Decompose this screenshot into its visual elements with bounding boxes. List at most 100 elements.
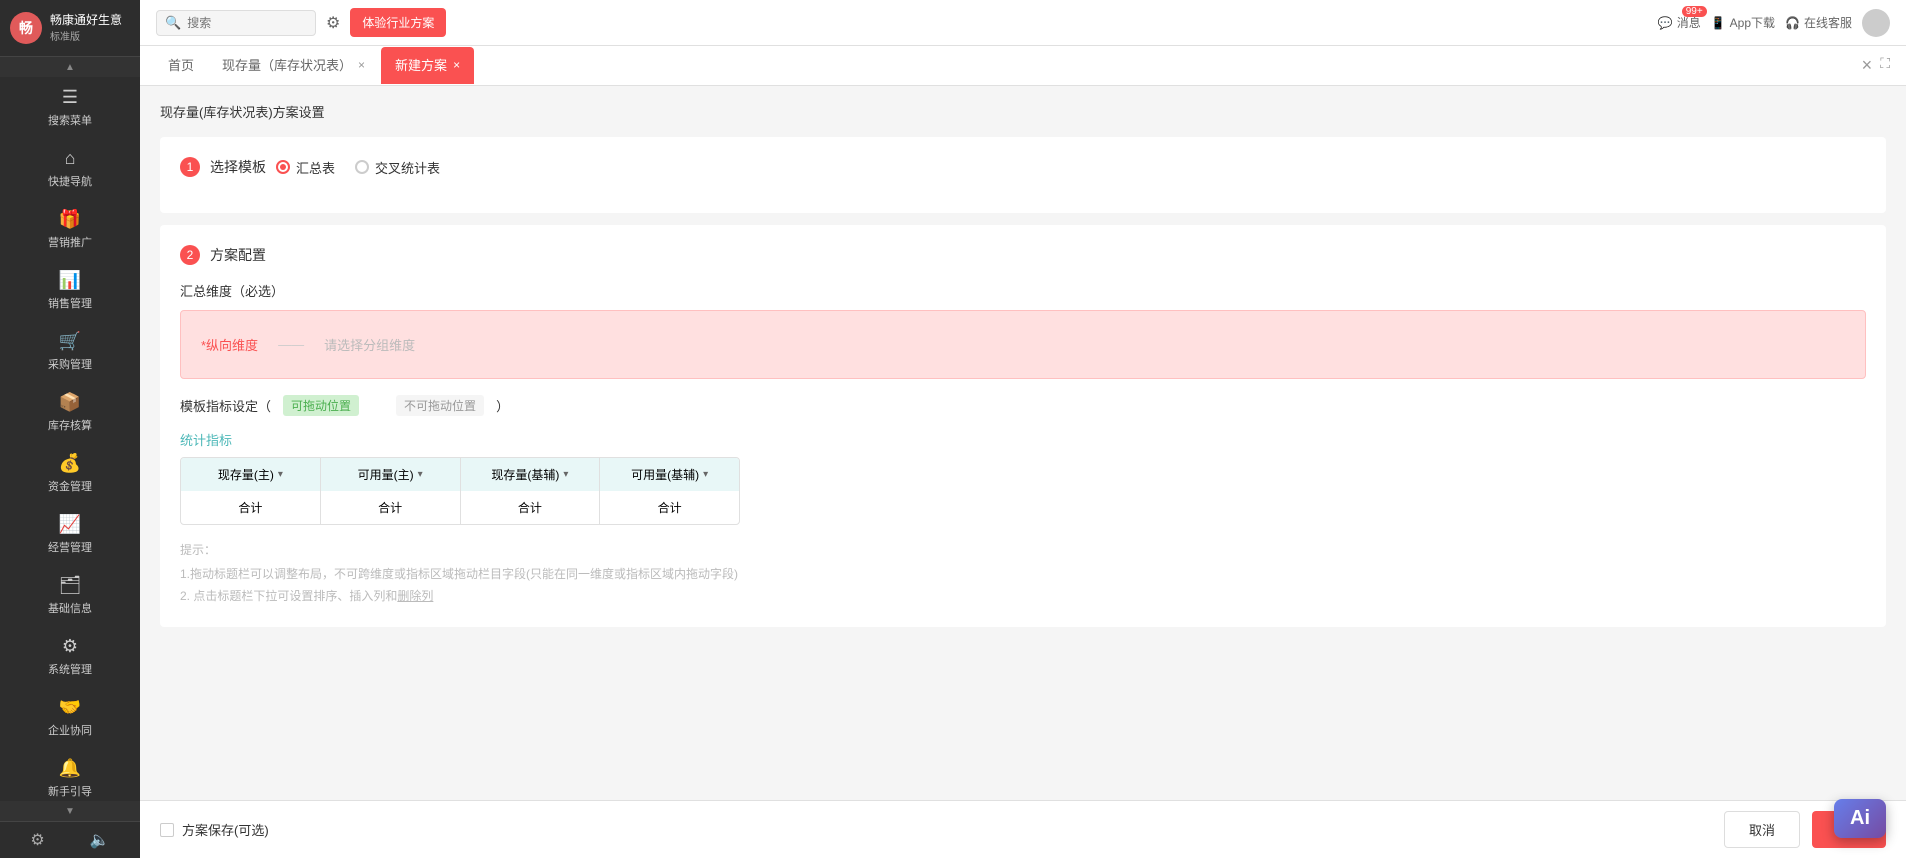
app-sub: 标准版 [50, 28, 122, 43]
step1-section: 1 选择模板 汇总表 交叉统计表 [160, 137, 1886, 213]
sidebar-logo: 畅 畅康通好生意 标准版 [0, 0, 140, 57]
system-icon: ⚙ [62, 636, 78, 657]
sales-icon: 📊 [59, 270, 81, 291]
sidebar-item-sales[interactable]: 📊 销售管理 [0, 260, 140, 321]
radio-cross-label: 交叉统计表 [375, 158, 440, 177]
app-name: 畅康通好生意 [50, 13, 122, 29]
search-icon: 🔍 [165, 15, 181, 31]
footer: 方案保存(可选) 取消 查询 [140, 800, 1906, 858]
stats-col-body-0: 合计 [181, 491, 321, 524]
sidebar-label-operation: 经营管理 [48, 539, 92, 555]
step2-title: 方案配置 [210, 245, 266, 265]
close-panel-icon[interactable]: × [1862, 55, 1873, 76]
stats-table-header: 现存量(主) ▾ 可用量(主) ▾ 现存量(基辅 [181, 458, 739, 491]
tab-inventory-label: 现存量（库存状况表） [222, 55, 352, 74]
ai-badge[interactable]: Ai [1834, 799, 1886, 838]
template-radio-group: 汇总表 交叉统计表 [276, 158, 440, 177]
app-label: App下载 [1730, 14, 1775, 31]
service-button[interactable]: 🎧 在线客服 [1785, 14, 1852, 31]
stats-col-header-2: 现存量(基辅) ▾ [461, 458, 601, 491]
stats-section: 统计指标 现存量(主) ▾ 可用量(主) ▾ [180, 430, 1866, 525]
dimension-required-label: *纵向维度 [201, 335, 258, 354]
expand-icon[interactable]: ⛶ [1880, 55, 1890, 76]
sidebar-item-inventory[interactable]: 📦 库存核算 [0, 382, 140, 443]
operation-icon: 📈 [59, 514, 81, 535]
save-label: 方案保存(可选) [182, 820, 269, 839]
procurement-icon: 🛒 [59, 331, 81, 352]
stats-label: 统计指标 [180, 430, 1866, 449]
save-option[interactable]: 方案保存(可选) [160, 820, 269, 839]
sidebar-scroll-up[interactable]: ▲ [0, 57, 140, 77]
sidebar-item-quick-nav[interactable]: ⌂ 快捷导航 [0, 138, 140, 199]
cancel-button[interactable]: 取消 [1724, 811, 1800, 848]
search-input[interactable] [187, 16, 287, 30]
settings-button[interactable]: ⚙ [30, 830, 44, 850]
inventory-icon: 📦 [59, 392, 81, 413]
col-dropdown-3[interactable]: ▾ [703, 469, 708, 480]
sidebar-item-procurement[interactable]: 🛒 采购管理 [0, 321, 140, 382]
hint-item-0: 1.拖动标题栏可以调整布局，不可跨维度或指标区域拖动栏目字段(只能在同一维度或指… [180, 564, 1866, 586]
tab-home-label: 首页 [168, 55, 194, 74]
stats-col-header-0: 现存量(主) ▾ [181, 458, 321, 491]
col-dropdown-0[interactable]: ▾ [278, 469, 283, 480]
sidebar-label-procurement: 采购管理 [48, 356, 92, 372]
non-draggable-badge: 不可拖动位置 [396, 395, 484, 416]
step1-header: 1 选择模板 汇总表 交叉统计表 [180, 157, 1866, 177]
message-badge: 99+ [1682, 6, 1707, 17]
template-indicator-pre: 模板指标设定（ [180, 396, 271, 415]
tab-new-scheme-label: 新建方案 [395, 55, 447, 74]
sidebar-item-search-menu[interactable]: ☰ 搜索菜单 [0, 77, 140, 138]
sidebar-label-guide: 新手引导 [48, 783, 92, 799]
sidebar-item-operation[interactable]: 📈 经营管理 [0, 504, 140, 565]
sidebar-item-basic-info[interactable]: 🗂 基础信息 [0, 565, 140, 626]
sidebar-item-system[interactable]: ⚙ 系统管理 [0, 626, 140, 687]
col-dropdown-2[interactable]: ▾ [563, 469, 568, 480]
app-download-button[interactable]: 📱 App下载 [1711, 14, 1775, 31]
sidebar-scroll-down[interactable]: ▼ [0, 801, 140, 821]
tab-new-scheme-close[interactable]: × [453, 58, 460, 72]
sidebar: 畅 畅康通好生意 标准版 ▲ ☰ 搜索菜单 ⌂ 快捷导航 🎁 营销推广 📊 销售… [0, 0, 140, 858]
step2-section: 2 方案配置 汇总维度（必选） *纵向维度 —— 请选择分组维度 模板指标设定（… [160, 225, 1886, 627]
step1-num: 1 [180, 157, 200, 177]
industry-btn[interactable]: 体验行业方案 [350, 8, 446, 37]
sidebar-nav: ☰ 搜索菜单 ⌂ 快捷导航 🎁 营销推广 📊 销售管理 🛒 采购管理 📦 库存核… [0, 77, 140, 801]
save-checkbox[interactable] [160, 823, 174, 837]
template-indicator-row: 模板指标设定（ 可拖动位置 不可拖动位置 ） [180, 395, 1866, 416]
stats-table-body: 合计 合计 合计 合计 [181, 491, 739, 524]
message-icon: 💬 [1658, 16, 1673, 30]
tab-inventory-status[interactable]: 现存量（库存状况表） × [210, 47, 377, 84]
stats-col-label-0: 现存量(主) [218, 466, 274, 483]
sidebar-label-marketing: 营销推广 [48, 234, 92, 250]
delete-col-link[interactable]: 删除列 [397, 589, 433, 603]
col-dropdown-1[interactable]: ▾ [418, 469, 423, 480]
topbar-search[interactable]: 🔍 [156, 10, 316, 36]
sidebar-label-cooperation: 企业协同 [48, 722, 92, 738]
dimension-placeholder: 请选择分组维度 [324, 335, 415, 354]
guide-icon: 🔔 [59, 758, 81, 779]
tab-bar: 首页 现存量（库存状况表） × 新建方案 × × ⛶ [140, 46, 1906, 86]
hint-item-1: 2. 点击标题栏下拉可设置排序、插入列和删除列 [180, 586, 1866, 608]
radio-summary[interactable]: 汇总表 [276, 158, 335, 177]
stats-col-header-1: 可用量(主) ▾ [321, 458, 461, 491]
gear-icon[interactable]: ⚙ [326, 13, 340, 33]
sidebar-item-guide[interactable]: 🔔 新手引导 [0, 748, 140, 801]
quick-nav-icon: ⌂ [65, 148, 76, 169]
step2-num: 2 [180, 245, 200, 265]
stats-col-label-2: 现存量(基辅) [491, 466, 559, 483]
sidebar-label-sales: 销售管理 [48, 295, 92, 311]
tab-new-scheme[interactable]: 新建方案 × [381, 47, 474, 84]
marketing-icon: 🎁 [59, 209, 81, 230]
radio-cross[interactable]: 交叉统计表 [355, 158, 440, 177]
user-avatar[interactable] [1862, 9, 1890, 37]
dimension-row[interactable]: *纵向维度 —— 请选择分组维度 [180, 310, 1866, 379]
tab-inventory-close[interactable]: × [358, 58, 365, 72]
message-button[interactable]: 💬 消息 99+ [1658, 14, 1701, 31]
main-area: 🔍 ⚙ 体验行业方案 💬 消息 99+ 📱 App下载 🎧 在线客服 首页 [140, 0, 1906, 858]
sidebar-item-marketing[interactable]: 🎁 营销推广 [0, 199, 140, 260]
volume-button[interactable]: 🔈 [90, 830, 110, 850]
radio-cross-dot [355, 160, 369, 174]
tab-home[interactable]: 首页 [156, 47, 206, 84]
sidebar-item-cooperation[interactable]: 🤝 企业协同 [0, 687, 140, 748]
stats-col-body-3: 合计 [600, 491, 739, 524]
sidebar-item-finance[interactable]: 💰 资金管理 [0, 443, 140, 504]
